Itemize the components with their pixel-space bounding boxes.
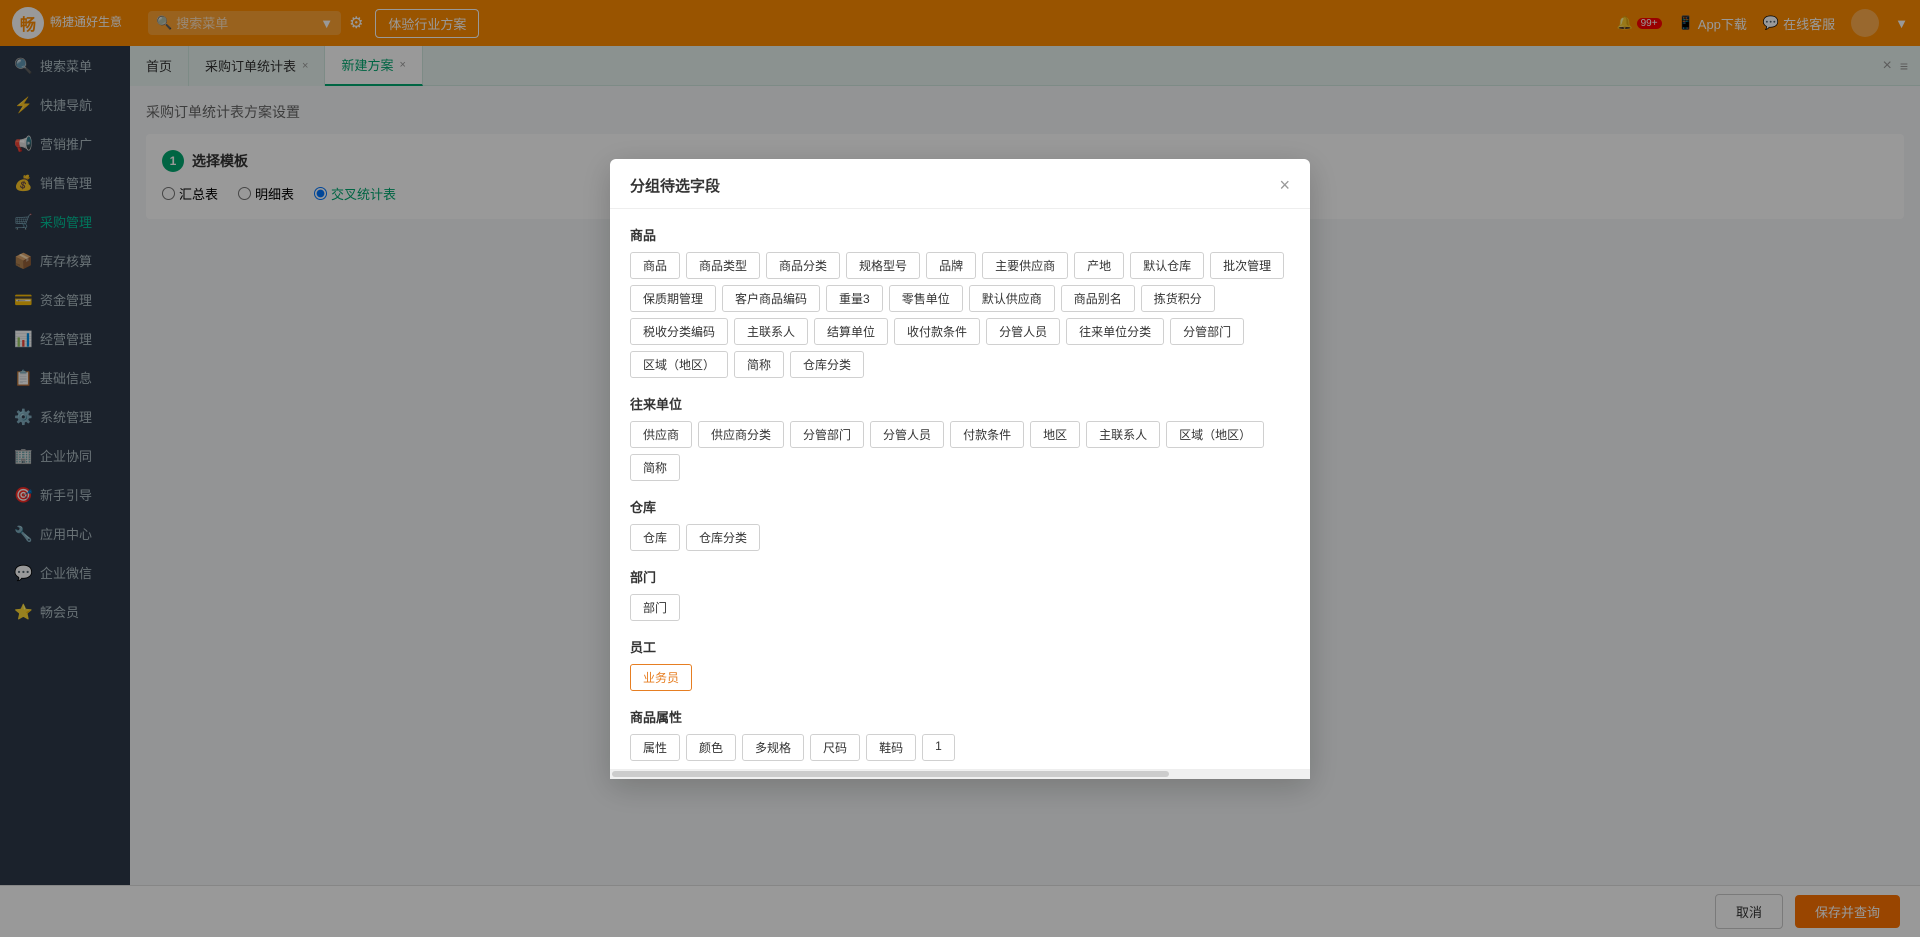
field-mgmt-dept[interactable]: 分管部门 (1170, 318, 1244, 345)
field-supplier[interactable]: 供应商 (630, 421, 692, 448)
dialog-scrollbar-thumb (612, 771, 1169, 777)
dialog-overlay: 分组待选字段 × 商品 商品 商品类型 商品分类 规格型号 品牌 主要供应商 产… (0, 0, 1920, 937)
field-mgmt-person2[interactable]: 分管人员 (870, 421, 944, 448)
field-salesperson[interactable]: 业务员 (630, 664, 692, 691)
field-source-unit-cat[interactable]: 往来单位分类 (1066, 318, 1164, 345)
section-warehouse-title: 仓库 (630, 497, 1290, 516)
field-prop[interactable]: 属性 (630, 734, 680, 761)
field-size[interactable]: 尺码 (810, 734, 860, 761)
dialog-header: 分组待选字段 × (610, 159, 1310, 209)
field-spec-type[interactable]: 规格型号 (846, 252, 920, 279)
field-brand[interactable]: 品牌 (926, 252, 976, 279)
warehouse-field-tags: 仓库 仓库分类 (630, 524, 1290, 551)
section-staff: 员工 业务员 (630, 637, 1290, 691)
section-partner-title: 往来单位 (630, 394, 1290, 413)
section-staff-title: 员工 (630, 637, 1290, 656)
field-supplier-cat[interactable]: 供应商分类 (698, 421, 784, 448)
field-customer-code[interactable]: 客户商品编码 (722, 285, 820, 312)
section-dept-title: 部门 (630, 567, 1290, 586)
field-abbr2[interactable]: 简称 (630, 454, 680, 481)
field-goods-type[interactable]: 商品类型 (686, 252, 760, 279)
field-goods-category[interactable]: 商品分类 (766, 252, 840, 279)
dialog-scrollbar[interactable] (610, 769, 1310, 779)
field-settlement-unit[interactable]: 结算单位 (814, 318, 888, 345)
field-area-region[interactable]: 区域（地区） (630, 351, 728, 378)
dialog-body: 商品 商品 商品类型 商品分类 规格型号 品牌 主要供应商 产地 默认仓库 批次… (610, 209, 1310, 769)
field-default-supplier[interactable]: 默认供应商 (969, 285, 1055, 312)
dept-field-tags: 部门 (630, 594, 1290, 621)
dialog-title: 分组待选字段 (630, 175, 720, 196)
field-warehouse[interactable]: 仓库 (630, 524, 680, 551)
field-main-supplier[interactable]: 主要供应商 (982, 252, 1068, 279)
field-num1[interactable]: 1 (922, 734, 955, 761)
field-tax-code[interactable]: 税收分类编码 (630, 318, 728, 345)
field-retail-unit[interactable]: 零售单位 (889, 285, 963, 312)
field-region2[interactable]: 地区 (1030, 421, 1080, 448)
field-mgmt-dept2[interactable]: 分管部门 (790, 421, 864, 448)
field-goods[interactable]: 商品 (630, 252, 680, 279)
staff-field-tags: 业务员 (630, 664, 1290, 691)
field-color[interactable]: 颜色 (686, 734, 736, 761)
dialog-close-btn[interactable]: × (1279, 176, 1290, 194)
section-warehouse: 仓库 仓库 仓库分类 (630, 497, 1290, 551)
field-main-contact2[interactable]: 主联系人 (1086, 421, 1160, 448)
section-goods-title: 商品 (630, 225, 1290, 244)
field-dept[interactable]: 部门 (630, 594, 680, 621)
field-shoe-code[interactable]: 鞋码 (866, 734, 916, 761)
field-select-dialog: 分组待选字段 × 商品 商品 商品类型 商品分类 规格型号 品牌 主要供应商 产… (610, 159, 1310, 779)
field-main-contact[interactable]: 主联系人 (734, 318, 808, 345)
field-manager[interactable]: 分管人员 (986, 318, 1060, 345)
field-default-warehouse[interactable]: 默认仓库 (1130, 252, 1204, 279)
field-alias[interactable]: 商品别名 (1061, 285, 1135, 312)
section-dept: 部门 部门 (630, 567, 1290, 621)
section-goods: 商品 商品 商品类型 商品分类 规格型号 品牌 主要供应商 产地 默认仓库 批次… (630, 225, 1290, 378)
partner-field-tags: 供应商 供应商分类 分管部门 分管人员 付款条件 地区 主联系人 区域（地区） … (630, 421, 1290, 481)
field-warehouse-cat[interactable]: 仓库分类 (790, 351, 864, 378)
field-area-region2[interactable]: 区域（地区） (1166, 421, 1264, 448)
section-goods-props: 商品属性 属性 颜色 多规格 尺码 鞋码 1 (630, 707, 1290, 761)
field-multi-spec[interactable]: 多规格 (742, 734, 804, 761)
field-abbr[interactable]: 简称 (734, 351, 784, 378)
field-pick-points[interactable]: 拣货积分 (1141, 285, 1215, 312)
field-origin[interactable]: 产地 (1074, 252, 1124, 279)
field-payment-cond[interactable]: 付款条件 (950, 421, 1024, 448)
field-expiry-mgmt[interactable]: 保质期管理 (630, 285, 716, 312)
section-goods-props-title: 商品属性 (630, 707, 1290, 726)
field-warehouse-cat2[interactable]: 仓库分类 (686, 524, 760, 551)
section-partner: 往来单位 供应商 供应商分类 分管部门 分管人员 付款条件 地区 主联系人 区域… (630, 394, 1290, 481)
field-batch-mgmt[interactable]: 批次管理 (1210, 252, 1284, 279)
goods-field-tags: 商品 商品类型 商品分类 规格型号 品牌 主要供应商 产地 默认仓库 批次管理 … (630, 252, 1290, 378)
goods-props-field-tags: 属性 颜色 多规格 尺码 鞋码 1 (630, 734, 1290, 761)
field-payment-terms[interactable]: 收付款条件 (894, 318, 980, 345)
field-weight3[interactable]: 重量3 (826, 285, 883, 312)
